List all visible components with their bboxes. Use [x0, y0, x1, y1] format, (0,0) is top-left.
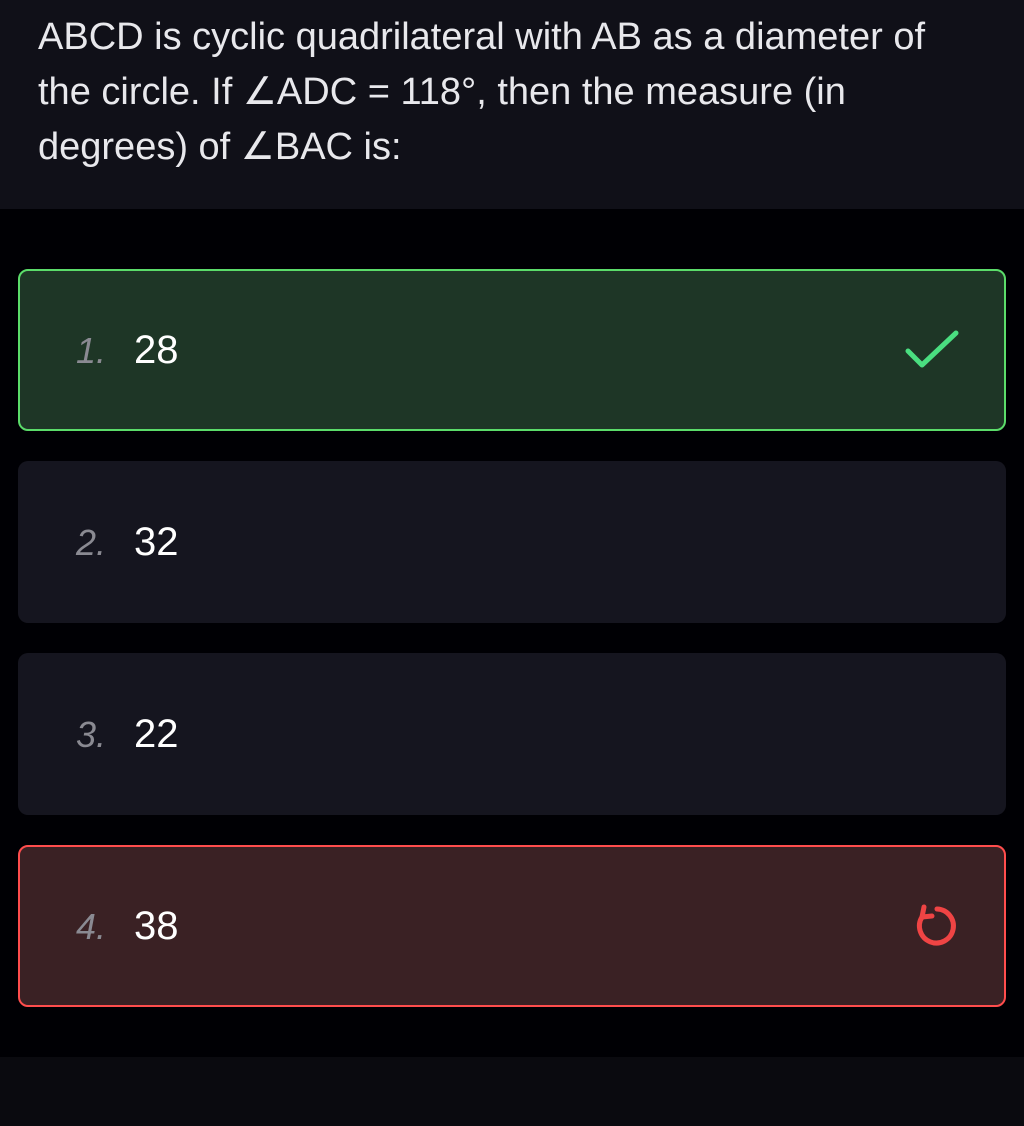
- option-value: 28: [134, 328, 179, 373]
- option-value: 38: [134, 904, 179, 949]
- option-content: 4. 38: [76, 904, 179, 949]
- undo-icon: [914, 903, 960, 949]
- option-value: 32: [134, 520, 179, 565]
- check-icon: [904, 329, 960, 371]
- option-4[interactable]: 4. 38: [18, 845, 1006, 1007]
- question-area: ABCD is cyclic quadrilateral with AB as …: [0, 0, 1024, 209]
- option-2[interactable]: 2. 32: [18, 461, 1006, 623]
- option-content: 1. 28: [76, 328, 179, 373]
- option-value: 22: [134, 712, 179, 757]
- option-number: 2.: [76, 522, 106, 564]
- option-content: 3. 22: [76, 712, 179, 757]
- answers-area: 1. 28 2. 32 3. 22 4. 38: [0, 209, 1024, 1057]
- option-number: 3.: [76, 714, 106, 756]
- option-3[interactable]: 3. 22: [18, 653, 1006, 815]
- option-number: 1.: [76, 330, 106, 372]
- option-1[interactable]: 1. 28: [18, 269, 1006, 431]
- option-content: 2. 32: [76, 520, 179, 565]
- option-number: 4.: [76, 906, 106, 948]
- question-text: ABCD is cyclic quadrilateral with AB as …: [38, 10, 986, 175]
